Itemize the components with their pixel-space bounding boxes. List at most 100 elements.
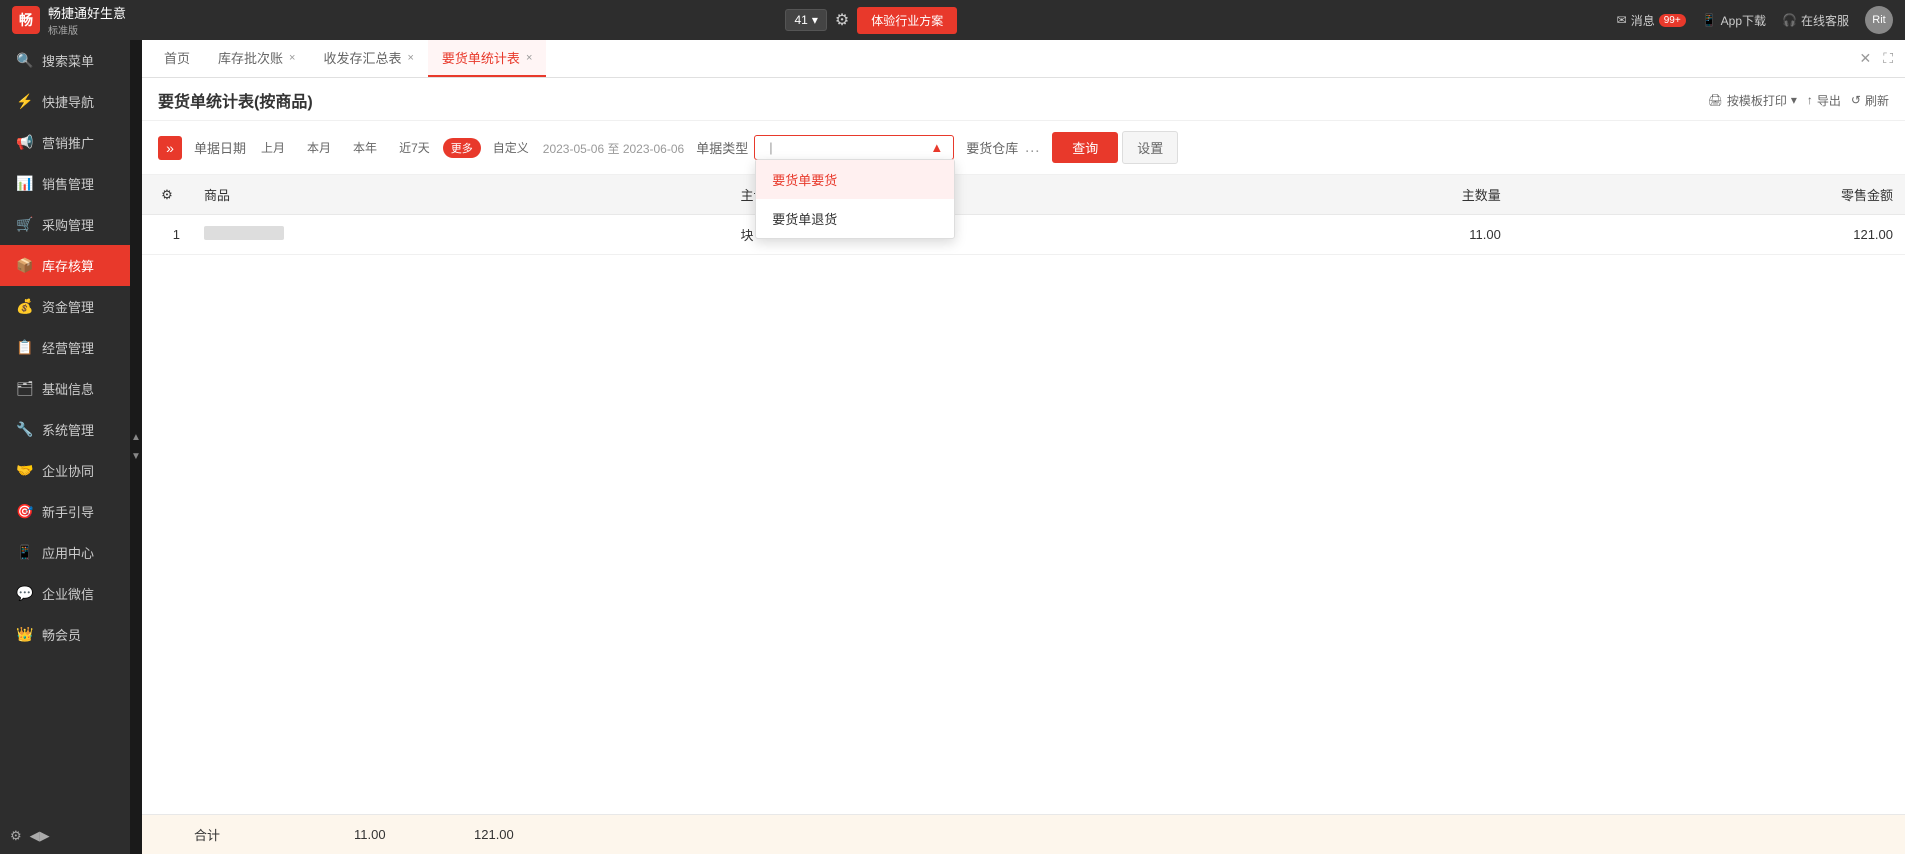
tab-home[interactable]: 首页	[150, 40, 204, 77]
table-area: ⚙ 商品 主计量单位 主数量 零售金额 1	[142, 175, 1905, 814]
sidebar-label-basic-info: 基础信息	[42, 379, 94, 398]
tab-expand-icon[interactable]: ⛶	[1879, 48, 1897, 69]
sidebar-item-basic-info[interactable]: 🗂 基础信息	[0, 368, 130, 409]
tab-inventory-batch-label: 库存批次账	[218, 48, 283, 67]
date-range-text: 2023-05-06 至 2023-06-06	[543, 142, 684, 156]
top-header: 畅 畅捷通好生意 标准版 41 ▾ ⚙ 体验行业方案 ✉ 消息 99+ 📱 Ap…	[0, 0, 1905, 40]
sidebar-label-operations: 经营管理	[42, 338, 94, 357]
sidebar-item-marketing[interactable]: 📢 营销推广	[0, 122, 130, 163]
filter-expand-button[interactable]: »	[158, 136, 182, 160]
sidebar-item-search[interactable]: 🔍 搜索菜单	[0, 40, 130, 81]
refresh-label: 刷新	[1865, 92, 1889, 109]
megaphone-icon: 📢	[16, 134, 34, 152]
date-btn-custom[interactable]: 自定义	[485, 136, 537, 159]
cart-icon: 🛒	[16, 216, 34, 234]
sidebar-item-finance[interactable]: 💰 资金管理	[0, 286, 130, 327]
export-icon: ↑	[1807, 93, 1813, 107]
settings-icon[interactable]: ⚙	[835, 10, 849, 30]
tab-order-stats-close[interactable]: ×	[526, 52, 532, 64]
sidebar-label-quick-nav: 快捷导航	[42, 92, 94, 111]
sidebar-item-sales[interactable]: 📊 销售管理	[0, 163, 130, 204]
col-quantity-header: 主数量	[1188, 175, 1513, 215]
tab-inventory-batch-close[interactable]: ×	[289, 52, 295, 64]
print-button[interactable]: 🖨 按模板打印 ▾	[1708, 92, 1797, 109]
sidebar-item-member[interactable]: 👑 畅会员	[0, 614, 130, 655]
sidebar-label-system: 系统管理	[42, 420, 94, 439]
lightning-icon: ⚡	[16, 93, 34, 111]
col-settings-header: ⚙	[142, 175, 192, 215]
sidebar-collapse-icon[interactable]: ◀▶	[30, 828, 50, 844]
tab-receive-summary[interactable]: 收发存汇总表 ×	[309, 40, 427, 77]
sidebar-label-app-center: 应用中心	[42, 543, 94, 562]
tab-close-all-button[interactable]: ✕	[1855, 48, 1875, 69]
message-icon: ✉	[1617, 13, 1627, 27]
doc-type-chevron-icon[interactable]: ▲	[930, 140, 943, 155]
query-button[interactable]: 查询	[1052, 132, 1118, 163]
sidebar-settings-icon[interactable]: ⚙	[10, 828, 22, 844]
avatar[interactable]: Rit	[1865, 6, 1893, 34]
sidebar-item-inventory[interactable]: 📦 库存核算	[0, 245, 130, 286]
online-service-button[interactable]: 🎧 在线客服	[1782, 12, 1849, 29]
date-btn-last-7-days[interactable]: 近7天	[390, 135, 439, 160]
sidebar-label-finance: 资金管理	[42, 297, 94, 316]
doc-type-dropdown: 要货单要货 要货单退货	[755, 159, 955, 239]
date-btn-this-month[interactable]: 本月	[298, 135, 340, 160]
row-product	[192, 215, 729, 255]
headset-icon: 🎧	[1782, 13, 1797, 27]
refresh-icon: ↺	[1851, 93, 1861, 107]
tab-receive-summary-close[interactable]: ×	[407, 52, 413, 64]
sidebar-label-marketing: 营销推广	[42, 133, 94, 152]
settings-col-icon[interactable]: ⚙	[161, 187, 173, 202]
setting-button[interactable]: 设置	[1122, 131, 1178, 164]
clipboard-icon: 📋	[16, 339, 34, 357]
row-quantity: 11.00	[1188, 215, 1513, 255]
date-btn-more[interactable]: 更多	[443, 138, 481, 158]
tab-inventory-batch[interactable]: 库存批次账 ×	[204, 40, 309, 77]
tab-order-stats-label: 要货单统计表	[442, 48, 520, 67]
refresh-button[interactable]: ↺ 刷新	[1851, 92, 1889, 109]
tab-home-label: 首页	[164, 48, 190, 67]
app-name-block: 畅捷通好生意 标准版	[48, 3, 126, 37]
sidebar-item-system[interactable]: 🔧 系统管理	[0, 409, 130, 450]
message-label: 消息	[1631, 12, 1655, 29]
app-download-button[interactable]: 📱 App下载	[1702, 12, 1766, 29]
target-icon: 🎯	[16, 503, 34, 521]
date-display: 2023-05-06 至 2023-06-06	[543, 140, 684, 157]
sidebar-item-guide[interactable]: 🎯 新手引导	[0, 491, 130, 532]
sidebar-label-search: 搜索菜单	[42, 51, 94, 70]
footer-label: 合计	[154, 825, 354, 844]
product-name-blurred	[204, 226, 284, 240]
sidebar-label-guide: 新手引导	[42, 502, 94, 521]
crown-icon: 👑	[16, 626, 34, 644]
doc-type-group: 单据类型 | ▲ 要货单要货 要货单退货	[696, 135, 954, 160]
sidebar-item-wechat[interactable]: 💬 企业微信	[0, 573, 130, 614]
date-btn-last-month[interactable]: 上月	[252, 135, 294, 160]
money-icon: 💰	[16, 298, 34, 316]
doc-type-clear-icon[interactable]: |	[769, 140, 772, 155]
sidebar-item-enterprise[interactable]: 🤝 企业协同	[0, 450, 130, 491]
messages-button[interactable]: ✉ 消息 99+	[1617, 12, 1686, 29]
table-footer: 合计 11.00 121.00	[142, 814, 1905, 854]
page-actions: 🖨 按模板打印 ▾ ↑ 导出 ↺ 刷新	[1708, 92, 1889, 109]
doc-type-select[interactable]: | ▲ 要货单要货 要货单退货	[754, 135, 954, 160]
avatar-text: Rit	[1872, 14, 1885, 26]
export-button[interactable]: ↑ 导出	[1807, 92, 1841, 109]
store-selector[interactable]: 41 ▾	[785, 9, 826, 31]
sidebar-item-app-center[interactable]: 📱 应用中心	[0, 532, 130, 573]
sidebar-item-quick-nav[interactable]: ⚡ 快捷导航	[0, 81, 130, 122]
sidebar-item-purchase[interactable]: 🛒 采购管理	[0, 204, 130, 245]
warehouse-more-icon[interactable]: …	[1024, 139, 1040, 157]
footer-quantity: 11.00	[354, 827, 474, 842]
sidebar-label-member: 畅会员	[42, 625, 81, 644]
tab-order-stats[interactable]: 要货单统计表 ×	[428, 40, 546, 77]
page-content: 要货单统计表(按商品) 🖨 按模板打印 ▾ ↑ 导出 ↺ 刷新	[142, 78, 1905, 854]
app-name: 畅捷通好生意	[48, 3, 126, 22]
date-btn-this-year[interactable]: 本年	[344, 135, 386, 160]
sidebar-item-operations[interactable]: 📋 经营管理	[0, 327, 130, 368]
app-download-label: App下载	[1721, 12, 1766, 29]
dropdown-item-order-return[interactable]: 要货单退货	[756, 199, 954, 238]
filter-bar: » 单据日期 上月 本月 本年 近7天 更多 自定义 2023-05-06 至 …	[142, 121, 1905, 175]
trial-button[interactable]: 体验行业方案	[857, 7, 957, 34]
dropdown-item-order-goods[interactable]: 要货单要货	[756, 160, 954, 199]
data-table: ⚙ 商品 主计量单位 主数量 零售金额 1	[142, 175, 1905, 255]
